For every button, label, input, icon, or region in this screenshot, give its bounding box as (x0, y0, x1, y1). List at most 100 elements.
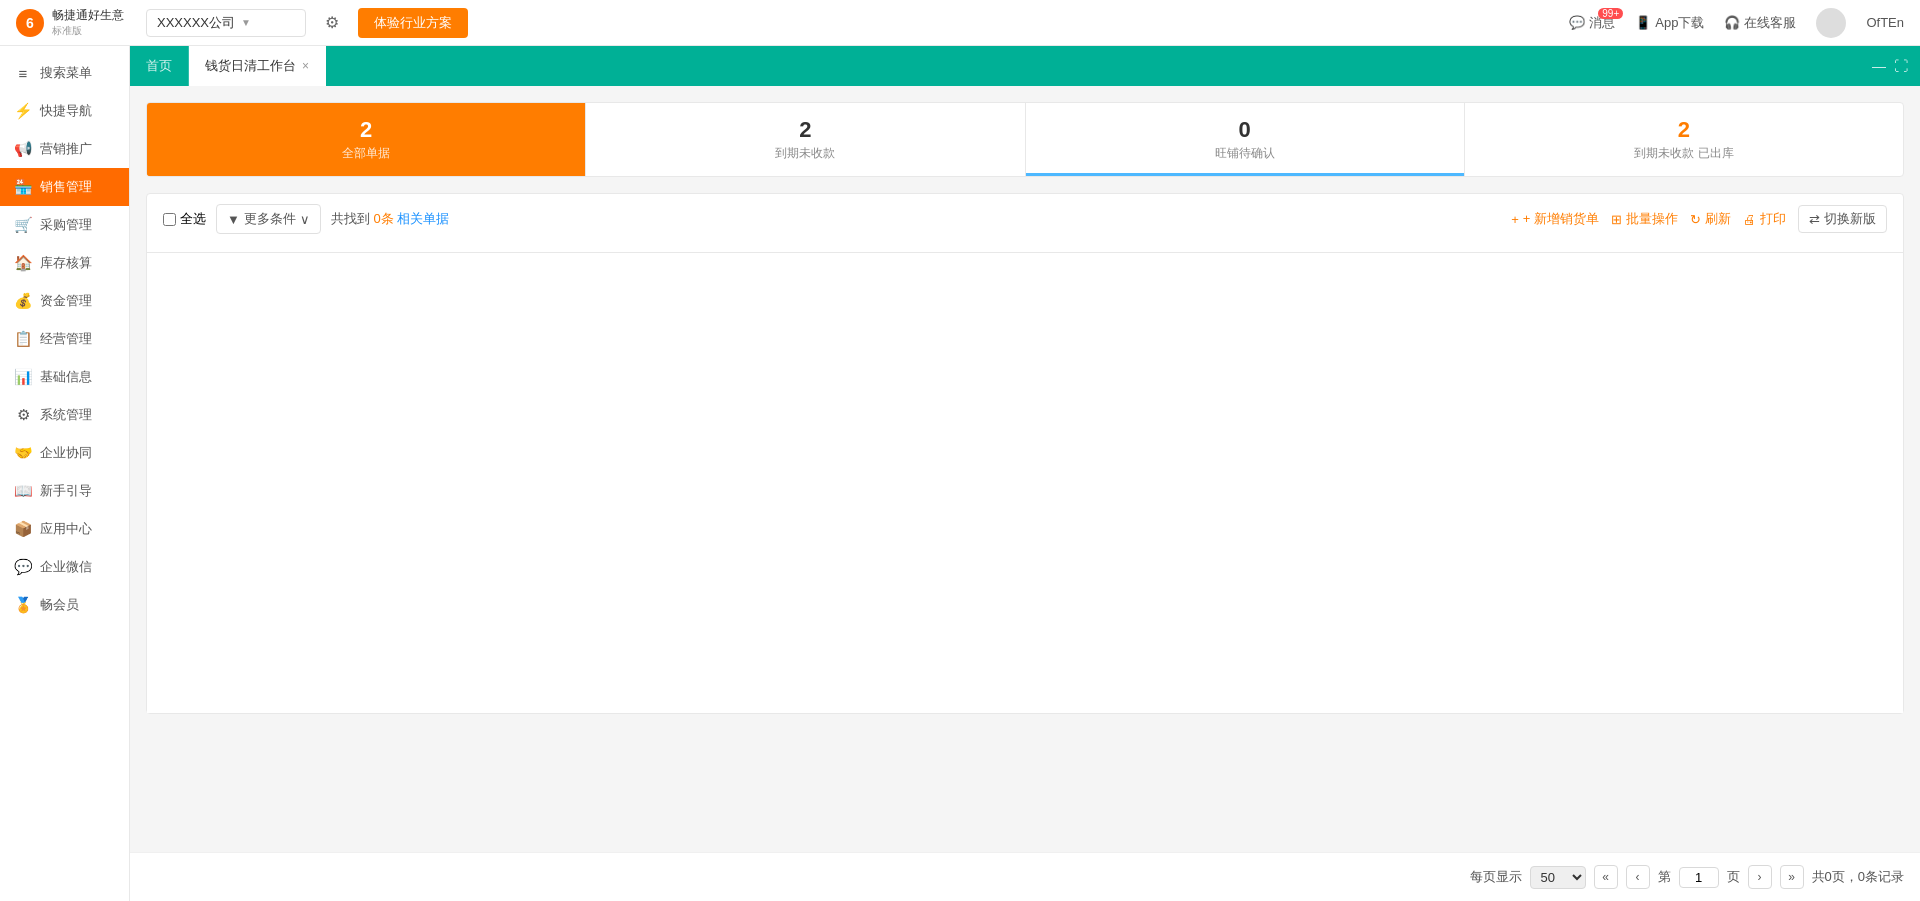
stat-card-all[interactable]: 2 全部单据 (147, 103, 586, 176)
avatar[interactable] (1816, 8, 1846, 38)
app-center-icon: 📦 (14, 520, 32, 538)
sidebar-label-quick-nav: 快捷导航 (40, 102, 92, 120)
chevron-icon: ∨ (300, 212, 310, 227)
inventory-icon: 🏠 (14, 254, 32, 272)
message-icon: 💬 (1569, 15, 1585, 30)
sidebar-item-system[interactable]: ⚙ 系统管理 (0, 396, 129, 434)
first-page-button[interactable]: « (1594, 865, 1618, 889)
stat-label-all: 全部单据 (167, 145, 565, 162)
sidebar-item-guide[interactable]: 📖 新手引导 (0, 472, 129, 510)
sidebar-item-purchase[interactable]: 🛒 采购管理 (0, 206, 129, 244)
sidebar-label-search-menu: 搜索菜单 (40, 64, 92, 82)
app-download-button[interactable]: 📱 App下载 (1635, 14, 1704, 32)
stats-cards: 2 全部单据 2 到期未收款 0 旺铺待确认 2 到期未收款 已出库 (146, 102, 1904, 177)
batch-operation-button[interactable]: ⊞ 批量操作 (1611, 210, 1678, 228)
refresh-label: 刷新 (1705, 210, 1731, 228)
sidebar-item-inventory[interactable]: 🏠 库存核算 (0, 244, 129, 282)
per-page-select[interactable]: 10 20 50 100 (1530, 866, 1586, 889)
tab-close-icon[interactable]: × (302, 59, 309, 73)
minimize-icon[interactable]: — (1872, 58, 1886, 74)
chevron-down-icon: ▼ (241, 17, 251, 28)
online-service-label: 在线客服 (1744, 14, 1796, 32)
experience-button[interactable]: 体验行业方案 (358, 8, 468, 38)
add-sales-order-button[interactable]: + + 新增销货单 (1511, 210, 1599, 228)
guide-icon: 📖 (14, 482, 32, 500)
sidebar-item-enterprise[interactable]: 🤝 企业协同 (0, 434, 129, 472)
sidebar-item-quick-nav[interactable]: ⚡ 快捷导航 (0, 92, 129, 130)
stat-card-shipped[interactable]: 2 到期未收款 已出库 (1465, 103, 1903, 176)
top-logo-icon: 6 (16, 9, 44, 37)
next-page-icon: › (1758, 870, 1762, 884)
sidebar-item-basic-info[interactable]: 📊 基础信息 (0, 358, 129, 396)
online-service-button[interactable]: 🎧 在线客服 (1724, 14, 1796, 32)
messages-button[interactable]: 💬 消息 99+ (1569, 14, 1615, 32)
service-icon: 🎧 (1724, 15, 1740, 30)
enterprise-icon: 🤝 (14, 444, 32, 462)
purchase-icon: 🛒 (14, 216, 32, 234)
switch-version-button[interactable]: ⇄ 切换新版 (1798, 205, 1887, 233)
print-button[interactable]: 🖨 打印 (1743, 210, 1786, 228)
sidebar: 6 畅捷通好生意 标准版 ≡ 搜索菜单 ⚡ 快捷导航 📢 营销推广 🏪 销售管理… (0, 0, 130, 901)
system-icon: ⚙ (14, 406, 32, 424)
sidebar-label-marketing: 营销推广 (40, 140, 92, 158)
sidebar-item-marketing[interactable]: 📢 营销推广 (0, 130, 129, 168)
stat-label-overdue: 到期未收款 (606, 145, 1004, 162)
operation-icon: 📋 (14, 330, 32, 348)
select-all-checkbox[interactable]: 全选 (163, 210, 206, 228)
main-content: 2 全部单据 2 到期未收款 0 旺铺待确认 2 到期未收款 已出库 全选 ▼ (130, 86, 1920, 901)
stat-number-shipped: 2 (1485, 117, 1883, 143)
sidebar-item-wechat[interactable]: 💬 企业微信 (0, 548, 129, 586)
sidebar-label-basic-info: 基础信息 (40, 368, 92, 386)
stat-number-overdue: 2 (606, 117, 1004, 143)
select-all-input[interactable] (163, 213, 176, 226)
home-tab-label: 首页 (146, 57, 172, 75)
page-suffix-label: 页 (1727, 868, 1740, 886)
pagination: 每页显示 10 20 50 100 « ‹ 第 页 › » 共0页，0条记录 (130, 852, 1920, 901)
wechat-icon: 💬 (14, 558, 32, 576)
sidebar-item-operation[interactable]: 📋 经营管理 (0, 320, 129, 358)
expand-icon[interactable]: ⛶ (1894, 58, 1908, 74)
app-download-label: App下载 (1655, 14, 1704, 32)
company-selector[interactable]: XXXXXX公司 ▼ (146, 9, 306, 37)
print-icon: 🖨 (1743, 212, 1756, 227)
page-prefix-label: 第 (1658, 868, 1671, 886)
tab-cash-flow[interactable]: 钱货日清工作台 × (189, 46, 326, 86)
settings-button[interactable]: ⚙ (316, 7, 348, 39)
sidebar-label-wechat: 企业微信 (40, 558, 92, 576)
top-app-name: 畅捷通好生意 (52, 7, 124, 24)
marketing-icon: 📢 (14, 140, 32, 158)
sidebar-item-finance[interactable]: 💰 资金管理 (0, 282, 129, 320)
refresh-button[interactable]: ↻ 刷新 (1690, 210, 1731, 228)
sidebar-label-app-center: 应用中心 (40, 520, 92, 538)
stat-card-overdue[interactable]: 2 到期未收款 (586, 103, 1025, 176)
more-filters-label: 更多条件 (244, 210, 296, 228)
stat-underline-all (147, 173, 585, 176)
tab-home[interactable]: 首页 (130, 46, 189, 86)
sidebar-item-sales[interactable]: 🏪 销售管理 (0, 168, 129, 206)
sidebar-menu: ≡ 搜索菜单 ⚡ 快捷导航 📢 营销推广 🏪 销售管理 🛒 采购管理 🏠 库存核… (0, 46, 129, 901)
found-link[interactable]: 相关单据 (397, 211, 449, 226)
last-page-button[interactable]: » (1780, 865, 1804, 889)
page-number-input[interactable] (1679, 867, 1719, 888)
search-menu-icon: ≡ (14, 65, 32, 82)
next-page-button[interactable]: › (1748, 865, 1772, 889)
toolbar: 全选 ▼ 更多条件 ∨ 共找到 0条 相关单据 + + 新增销货单 ⊞ 批量操作 (147, 194, 1903, 244)
company-name: XXXXXX公司 (157, 14, 235, 32)
gear-icon: ⚙ (325, 13, 339, 32)
messages-badge: 99+ (1598, 8, 1623, 19)
per-page-label: 每页显示 (1470, 868, 1522, 886)
sidebar-label-system: 系统管理 (40, 406, 92, 424)
stat-number-pending: 0 (1046, 117, 1444, 143)
sidebar-label-inventory: 库存核算 (40, 254, 92, 272)
prev-page-button[interactable]: ‹ (1626, 865, 1650, 889)
more-filters-button[interactable]: ▼ 更多条件 ∨ (216, 204, 321, 234)
stat-card-pending[interactable]: 0 旺铺待确认 (1026, 103, 1465, 176)
sidebar-item-app-center[interactable]: 📦 应用中心 (0, 510, 129, 548)
content-area: 全选 ▼ 更多条件 ∨ 共找到 0条 相关单据 + + 新增销货单 ⊞ 批量操作 (146, 193, 1904, 714)
sidebar-item-member[interactable]: 🏅 畅会员 (0, 586, 129, 624)
sidebar-label-operation: 经营管理 (40, 330, 92, 348)
last-page-icon: » (1788, 870, 1795, 884)
add-btn-label: + 新增销货单 (1523, 210, 1599, 228)
sidebar-item-search-menu[interactable]: ≡ 搜索菜单 (0, 54, 129, 92)
print-label: 打印 (1760, 210, 1786, 228)
